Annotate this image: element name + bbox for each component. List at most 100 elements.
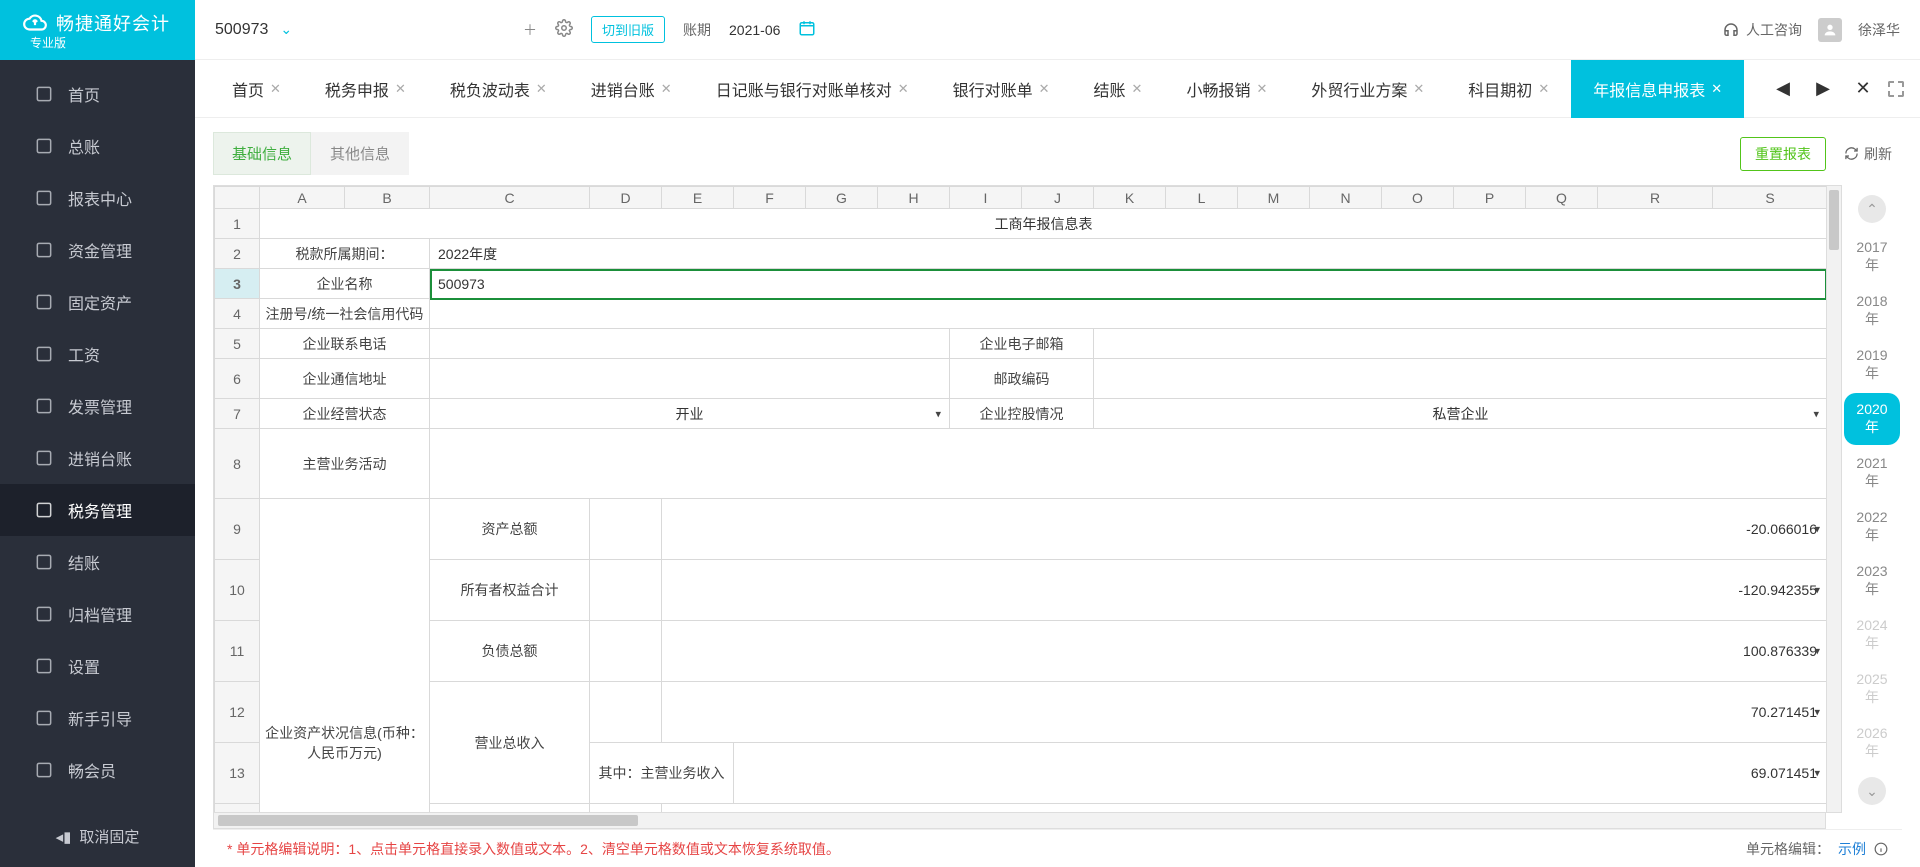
tab-basic-info[interactable]: 基础信息 (213, 132, 311, 175)
unpin-button[interactable]: ◂▮ 取消固定 (0, 810, 195, 867)
col-N[interactable]: N (1310, 187, 1382, 209)
user-name[interactable]: 徐泽华 (1858, 20, 1900, 40)
close-icon[interactable]: ✕ (898, 81, 909, 97)
col-S[interactable]: S (1713, 187, 1827, 209)
period-value[interactable]: 2021-06 (729, 22, 780, 38)
row-13[interactable]: 13 (215, 743, 260, 804)
gear-icon[interactable] (555, 19, 573, 40)
col-P[interactable]: P (1454, 187, 1526, 209)
asset-group[interactable]: 企业资产状况信息(币种：人民币万元) (260, 499, 430, 814)
row-14[interactable]: 14 (215, 804, 260, 814)
calendar-icon[interactable] (798, 19, 816, 40)
avatar-icon[interactable] (1818, 18, 1842, 42)
tab-5[interactable]: 银行对账单✕ (931, 60, 1072, 118)
reg-code-label[interactable]: 注册号/统一社会信用代码 (260, 299, 430, 329)
sidebar-item-home[interactable]: 首页 (0, 68, 195, 120)
row-12[interactable]: 12 (215, 682, 260, 743)
year-next-icon[interactable]: ⌄ (1858, 777, 1886, 805)
sidebar-item-money[interactable]: 资金管理 (0, 224, 195, 276)
sidebar-item-chart[interactable]: 报表中心 (0, 172, 195, 224)
col-Q[interactable]: Q (1526, 187, 1598, 209)
year-2022年[interactable]: 2022年 (1844, 501, 1900, 553)
close-icon[interactable]: ✕ (1413, 81, 1424, 97)
tab-4[interactable]: 日记账与银行对账单核对✕ (694, 60, 931, 118)
row-2[interactable]: 2 (215, 239, 260, 269)
row-10[interactable]: 10 (215, 560, 260, 621)
col-R[interactable]: R (1598, 187, 1713, 209)
year-2021年[interactable]: 2021年 (1844, 447, 1900, 499)
close-icon[interactable]: ✕ (1039, 81, 1050, 97)
sidebar-item-vip[interactable]: 畅会员 (0, 744, 195, 796)
sidebar-item-ledger[interactable]: 进销台账 (0, 432, 195, 484)
tab-6[interactable]: 结账✕ (1072, 60, 1165, 118)
tab-other-info[interactable]: 其他信息 (311, 132, 409, 175)
row-3[interactable]: 3 (215, 269, 260, 299)
consult-button[interactable]: 人工咨询 (1722, 20, 1802, 40)
close-icon[interactable]: ✕ (1132, 81, 1143, 97)
year-2024年[interactable]: 2024年 (1844, 609, 1900, 661)
sidebar-item-gear[interactable]: 设置 (0, 640, 195, 692)
value-11[interactable]: 100.876339 (662, 621, 1827, 682)
row-1[interactable]: 1 (215, 209, 260, 239)
company-select[interactable]: 500973 ⌄ (215, 21, 505, 39)
col-K[interactable]: K (1094, 187, 1166, 209)
value-13[interactable]: 69.071451 (734, 743, 1827, 804)
holding-select[interactable]: 私营企业 (1094, 399, 1827, 429)
tab-3[interactable]: 进销台账✕ (569, 60, 694, 118)
value-12[interactable]: 70.271451 (662, 682, 1827, 743)
row-5[interactable]: 5 (215, 329, 260, 359)
col-A[interactable]: A (260, 187, 345, 209)
close-all-icon[interactable]: ✕ (1848, 74, 1878, 104)
close-icon[interactable]: ✕ (1711, 81, 1722, 97)
sidebar-item-invoice[interactable]: 发票管理 (0, 380, 195, 432)
sidebar-item-asset[interactable]: 固定资产 (0, 276, 195, 328)
vertical-scrollbar[interactable] (1826, 185, 1842, 813)
year-prev-icon[interactable]: ⌃ (1858, 195, 1886, 223)
col-L[interactable]: L (1166, 187, 1238, 209)
col-H[interactable]: H (878, 187, 950, 209)
value-14[interactable]: -123.221676 (662, 804, 1827, 814)
col-G[interactable]: G (806, 187, 878, 209)
close-icon[interactable]: ✕ (661, 81, 672, 97)
row-9[interactable]: 9 (215, 499, 260, 560)
refresh-button[interactable]: 刷新 (1844, 144, 1892, 164)
horizontal-scrollbar[interactable] (213, 813, 1826, 829)
spreadsheet[interactable]: ABCDEFGHIJKLMNOPQRST 1工商年报信息表2税款所属期间：202… (213, 185, 1826, 813)
tab-8[interactable]: 外贸行业方案✕ (1289, 60, 1446, 118)
sheet-title[interactable]: 工商年报信息表 (260, 209, 1827, 239)
tab-prev-icon[interactable]: ◀ (1768, 74, 1798, 104)
year-2025年[interactable]: 2025年 (1844, 663, 1900, 715)
col-D[interactable]: D (590, 187, 662, 209)
col-I[interactable]: I (950, 187, 1022, 209)
company-name-cell[interactable]: 500973 (430, 269, 1827, 299)
close-icon[interactable]: ✕ (536, 81, 547, 97)
year-2019年[interactable]: 2019年 (1844, 339, 1900, 391)
fullscreen-icon[interactable] (1888, 81, 1904, 97)
year-2017年[interactable]: 2017年 (1844, 231, 1900, 283)
tab-10[interactable]: 年报信息申报表✕ (1571, 60, 1744, 118)
tab-0[interactable]: 首页✕ (210, 60, 303, 118)
period-label[interactable]: 税款所属期间： (260, 239, 430, 269)
row-8[interactable]: 8 (215, 429, 260, 499)
company-name-label[interactable]: 企业名称 (260, 269, 430, 299)
reset-report-button[interactable]: 重置报表 (1740, 137, 1826, 171)
tab-9[interactable]: 科目期初✕ (1446, 60, 1571, 118)
row-4[interactable]: 4 (215, 299, 260, 329)
close-icon[interactable]: ✕ (1256, 81, 1267, 97)
close-icon[interactable]: ✕ (270, 81, 281, 97)
tab-1[interactable]: 税务申报✕ (303, 60, 428, 118)
col-M[interactable]: M (1238, 187, 1310, 209)
value-10[interactable]: -120.942355 (662, 560, 1827, 621)
year-2026年[interactable]: 2026年 (1844, 717, 1900, 769)
tab-2[interactable]: 税负波动表✕ (428, 60, 569, 118)
year-2018年[interactable]: 2018年 (1844, 285, 1900, 337)
old-version-button[interactable]: 切到旧版 (591, 16, 665, 43)
row-11[interactable]: 11 (215, 621, 260, 682)
col-B[interactable]: B (345, 187, 430, 209)
tab-next-icon[interactable]: ▶ (1808, 74, 1838, 104)
sidebar-item-guide[interactable]: 新手引导 (0, 692, 195, 744)
sidebar-item-close[interactable]: 结账 (0, 536, 195, 588)
col-O[interactable]: O (1382, 187, 1454, 209)
col-J[interactable]: J (1022, 187, 1094, 209)
tab-7[interactable]: 小畅报销✕ (1164, 60, 1289, 118)
